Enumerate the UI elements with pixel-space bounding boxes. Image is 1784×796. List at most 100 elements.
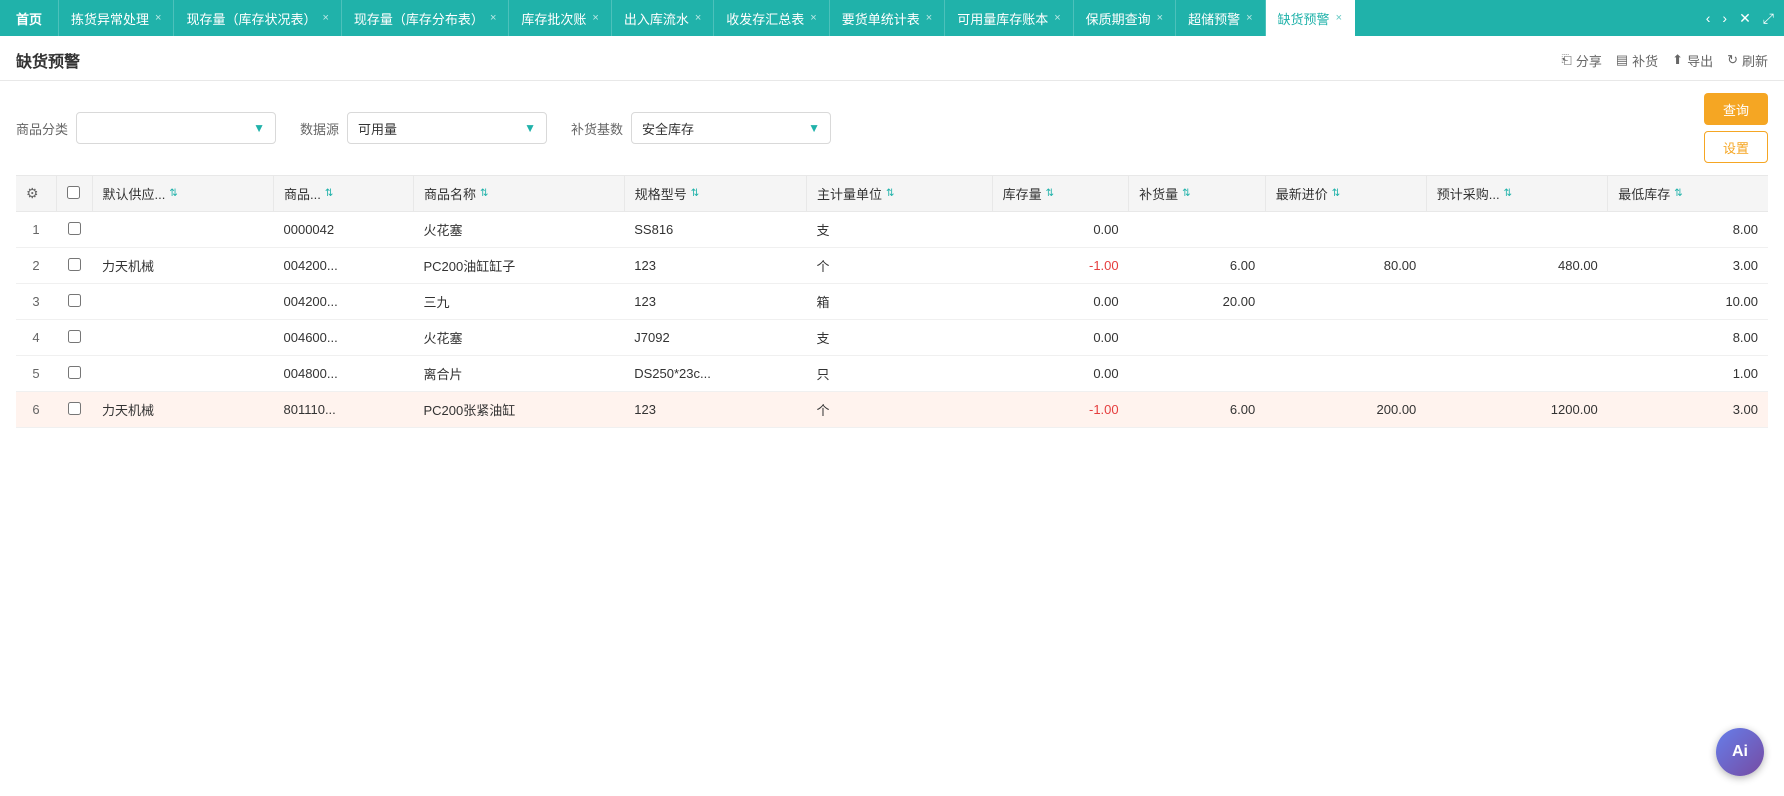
close-tab-overstock[interactable]: × — [1246, 12, 1252, 24]
cell-stock: -1.00 — [992, 248, 1129, 284]
th-stock[interactable]: 库存量 ⇅ — [992, 176, 1129, 212]
row-checkbox[interactable] — [68, 258, 81, 271]
cell-replenish: 6.00 — [1129, 248, 1266, 284]
th-product-name[interactable]: 商品名称 ⇅ — [413, 176, 624, 212]
tab-expiry[interactable]: 保质期查询 × — [1074, 0, 1176, 36]
datasource-value: 可用量 — [358, 119, 397, 138]
share-button[interactable]: ⎗ 分享 — [1561, 51, 1601, 70]
settings-button[interactable]: 设置 — [1704, 131, 1768, 163]
sort-supplier-icon[interactable]: ⇅ — [169, 188, 177, 199]
tab-overstock[interactable]: 超储预警 × — [1176, 0, 1265, 36]
tab-scroll-right[interactable]: › — [1716, 0, 1733, 36]
category-select[interactable]: ▼ — [76, 112, 276, 144]
cell-unit: 支 — [806, 320, 992, 356]
refresh-button[interactable]: ↻ 刷新 — [1727, 51, 1768, 70]
tab-requisition[interactable]: 要货单统计表 × — [830, 0, 945, 36]
close-tab-receipt[interactable]: × — [810, 12, 816, 24]
close-tab-requisition[interactable]: × — [926, 12, 932, 24]
export-icon: ⬆ — [1672, 52, 1683, 68]
tab-available[interactable]: 可用量库存账本 × — [945, 0, 1073, 36]
th-min-stock[interactable]: 最低库存 ⇅ — [1608, 176, 1768, 212]
ai-badge[interactable]: Ai — [1716, 728, 1764, 776]
query-button[interactable]: 查询 — [1704, 93, 1768, 125]
tab-abnormal[interactable]: 拣货异常处理 × — [59, 0, 174, 36]
sort-product-code-icon[interactable]: ⇅ — [325, 188, 333, 199]
cell-replenish: 20.00 — [1129, 284, 1266, 320]
cell-latest-price — [1265, 320, 1426, 356]
export-button[interactable]: ⬆ 导出 — [1672, 51, 1713, 70]
cell-unit: 箱 — [806, 284, 992, 320]
cell-product-code: 004600... — [274, 320, 414, 356]
tab-home[interactable]: 首页 — [0, 0, 59, 36]
replenish-base-select[interactable]: 安全库存 ▼ — [631, 112, 831, 144]
tab-shortage[interactable]: 缺货预警 × — [1266, 0, 1355, 36]
row-checkbox[interactable] — [68, 294, 81, 307]
cell-product-code: 004200... — [274, 284, 414, 320]
th-latest-price[interactable]: 最新进价 ⇅ — [1265, 176, 1426, 212]
tab-batch[interactable]: 库存批次账 × — [509, 0, 611, 36]
row-checkbox[interactable] — [68, 402, 81, 415]
cell-min-stock: 3.00 — [1608, 248, 1768, 284]
sort-latest-price-icon[interactable]: ⇅ — [1332, 188, 1340, 199]
th-product-code[interactable]: 商品... ⇅ — [274, 176, 414, 212]
main-content: 缺货预警 ⎗ 分享 ▤ 补货 ⬆ 导出 ↻ 刷新 商品分类 — [0, 36, 1784, 796]
th-est-purchase[interactable]: 预计采购... ⇅ — [1426, 176, 1608, 212]
tab-stock-status[interactable]: 现存量（库存状况表） × — [174, 0, 341, 36]
sort-stock-icon[interactable]: ⇅ — [1046, 188, 1054, 199]
cell-spec: 123 — [624, 284, 806, 320]
close-tab-stock-dist[interactable]: × — [490, 12, 496, 24]
th-product-code-label: 商品... — [284, 184, 321, 203]
table-row: 1 0000042 火花塞 SS816 支 0.00 8.00 — [16, 212, 1768, 248]
select-all-checkbox[interactable] — [67, 186, 80, 199]
close-tab-abnormal[interactable]: × — [155, 12, 161, 24]
row-checkbox[interactable] — [68, 366, 81, 379]
close-tab-expiry[interactable]: × — [1157, 12, 1163, 24]
tab-scroll-left[interactable]: ‹ — [1700, 0, 1717, 36]
close-tab-shortage[interactable]: × — [1336, 12, 1342, 24]
replenish-button[interactable]: ▤ 补货 — [1616, 51, 1658, 70]
cell-replenish: 6.00 — [1129, 392, 1266, 428]
th-est-purchase-label: 预计采购... — [1437, 184, 1500, 203]
cell-product-name: 火花塞 — [413, 320, 624, 356]
tab-inout[interactable]: 出入库流水 × — [612, 0, 714, 36]
tab-close-all[interactable]: ✕ — [1733, 0, 1757, 36]
row-checkbox[interactable] — [68, 222, 81, 235]
datasource-select[interactable]: 可用量 ▼ — [347, 112, 547, 144]
cell-est-purchase: 480.00 — [1426, 248, 1608, 284]
cell-stock: 0.00 — [992, 356, 1129, 392]
cell-unit: 只 — [806, 356, 992, 392]
close-tab-stock-status[interactable]: × — [322, 12, 328, 24]
th-replenish[interactable]: 补货量 ⇅ — [1129, 176, 1266, 212]
cell-spec: SS816 — [624, 212, 806, 248]
sort-min-stock-icon[interactable]: ⇅ — [1674, 188, 1682, 199]
sort-est-purchase-icon[interactable]: ⇅ — [1504, 188, 1512, 199]
close-tab-batch[interactable]: × — [592, 12, 598, 24]
cell-unit: 个 — [806, 392, 992, 428]
cell-latest-price — [1265, 356, 1426, 392]
row-checkbox-cell — [56, 320, 92, 356]
sort-replenish-icon[interactable]: ⇅ — [1182, 188, 1190, 199]
tab-stock-dist[interactable]: 现存量（库存分布表） × — [342, 0, 509, 36]
sort-spec-icon[interactable]: ⇅ — [691, 188, 699, 199]
replenish-base-label: 补货基数 — [571, 119, 623, 138]
th-spec[interactable]: 规格型号 ⇅ — [624, 176, 806, 212]
category-filter-group: 商品分类 ▼ — [16, 112, 276, 144]
th-settings: ⚙ — [16, 176, 56, 212]
close-tab-available[interactable]: × — [1054, 12, 1060, 24]
table-row: 2 力天机械 004200... PC200油缸缸子 123 个 -1.00 6… — [16, 248, 1768, 284]
gear-icon[interactable]: ⚙ — [26, 185, 39, 201]
row-num: 5 — [16, 356, 56, 392]
row-checkbox[interactable] — [68, 330, 81, 343]
tab-receipt[interactable]: 收发存汇总表 × — [714, 0, 829, 36]
cell-latest-price: 80.00 — [1265, 248, 1426, 284]
sort-unit-icon[interactable]: ⇅ — [886, 188, 894, 199]
th-unit-label: 主计量单位 — [817, 184, 882, 203]
close-tab-inout[interactable]: × — [695, 12, 701, 24]
row-num: 3 — [16, 284, 56, 320]
tab-expand[interactable]: ⤢ — [1757, 0, 1780, 36]
cell-product-code: 004800... — [274, 356, 414, 392]
th-supplier[interactable]: 默认供应... ⇅ — [92, 176, 274, 212]
cell-latest-price — [1265, 284, 1426, 320]
th-unit[interactable]: 主计量单位 ⇅ — [806, 176, 992, 212]
sort-product-name-icon[interactable]: ⇅ — [480, 188, 488, 199]
